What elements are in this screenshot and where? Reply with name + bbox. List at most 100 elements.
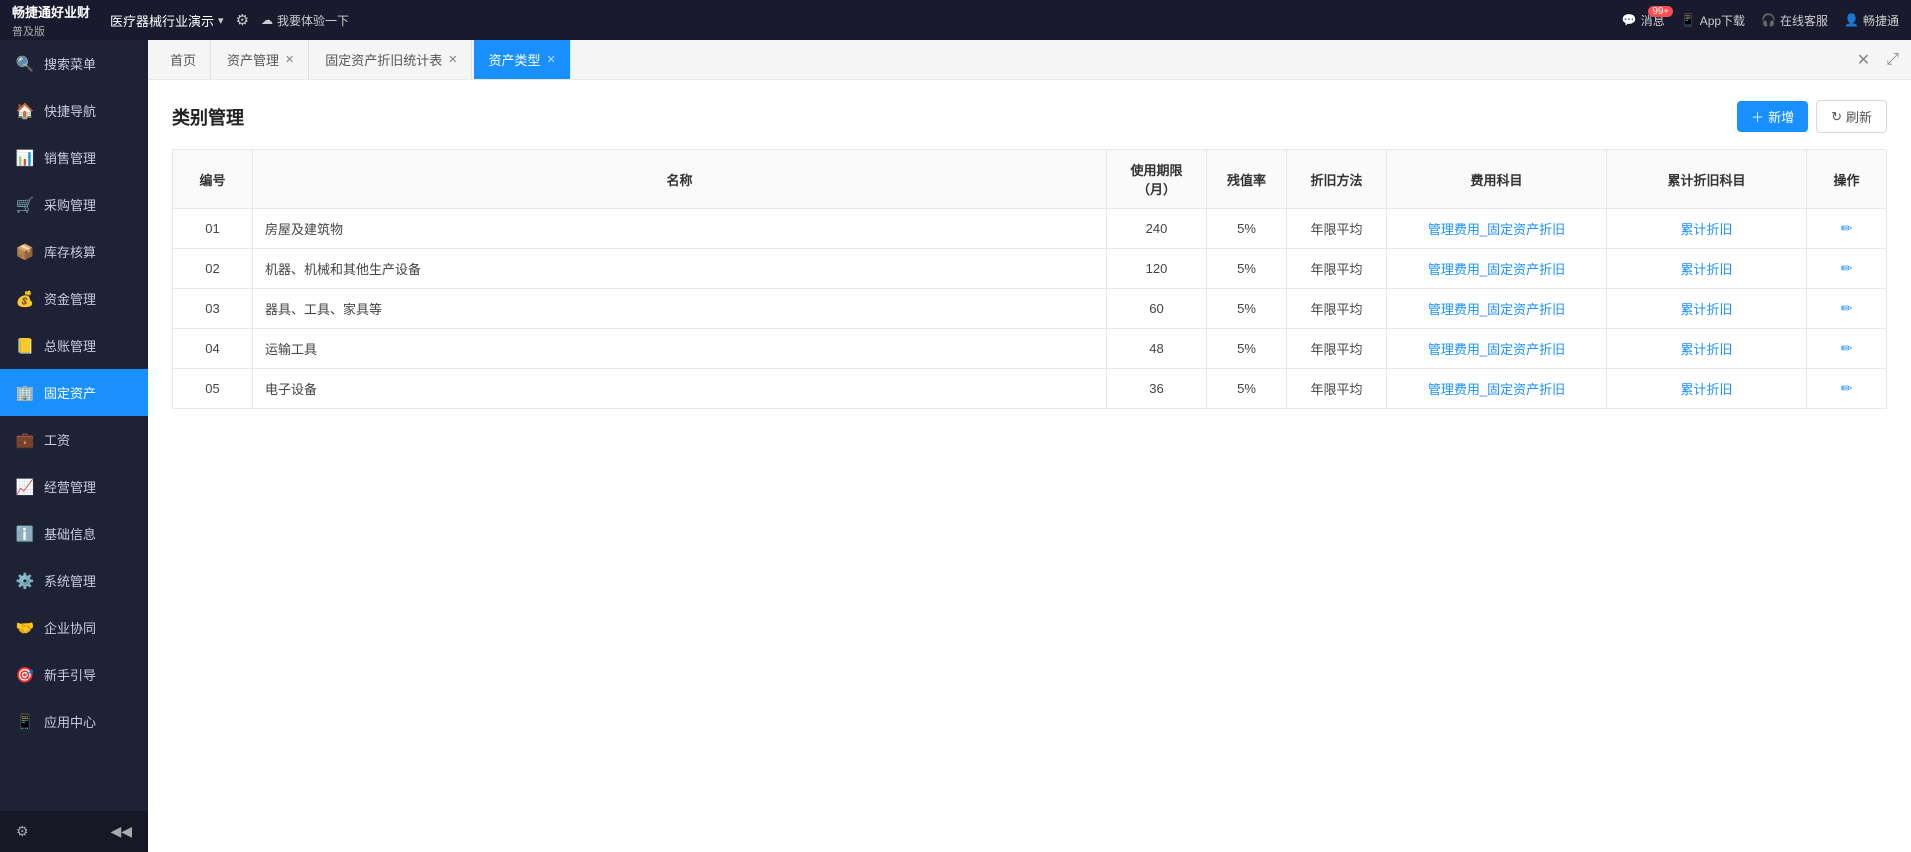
cell-no-1: 02	[173, 249, 253, 289]
sidebar-item-basic-info[interactable]: ℹ️ 基础信息	[0, 510, 148, 557]
tab-asset-mgmt[interactable]: 资产管理 ✕	[213, 40, 309, 79]
sidebar-label-operations: 经营管理	[44, 477, 96, 496]
trending-icon: 📈	[16, 478, 34, 496]
tab-asset-mgmt-close[interactable]: ✕	[285, 53, 294, 66]
refresh-icon: ↻	[1831, 109, 1842, 125]
book-icon: 📒	[16, 337, 34, 355]
new-button[interactable]: ＋ 新增	[1737, 101, 1808, 132]
cell-no-3: 04	[173, 329, 253, 369]
cell-period-4: 36	[1107, 369, 1207, 409]
app-download-action[interactable]: 📱 App下载	[1681, 12, 1745, 29]
edit-icon-1[interactable]: ✏	[1841, 260, 1853, 276]
app-version: 普及版	[12, 23, 90, 39]
sidebar-item-operations[interactable]: 📈 经营管理	[0, 463, 148, 510]
tab-depreciation-label: 固定资产折旧统计表	[325, 50, 442, 69]
tab-expand-button[interactable]: ⤢	[1882, 47, 1903, 73]
cell-expense-0: 管理费用_固定资产折旧	[1387, 209, 1607, 249]
cell-expense-3: 管理费用_固定资产折旧	[1387, 329, 1607, 369]
user-action[interactable]: 👤 畅捷通	[1844, 12, 1899, 29]
page-header: 类别管理 ＋ 新增 ↻ 刷新	[172, 100, 1887, 133]
cell-name-4: 电子设备	[253, 369, 1107, 409]
tab-asset-type-close[interactable]: ✕	[547, 53, 556, 66]
new-button-label: 新增	[1768, 107, 1794, 126]
box-icon: 📦	[16, 243, 34, 261]
cell-accum-0: 累计折旧	[1607, 209, 1807, 249]
cell-name-0: 房屋及建筑物	[253, 209, 1107, 249]
briefcase-icon: 💼	[16, 431, 34, 449]
company-selector[interactable]: 医疗器械行业演示 ▾	[110, 11, 224, 30]
tab-asset-type[interactable]: 资产类型 ✕	[474, 40, 570, 79]
money-icon: 💰	[16, 290, 34, 308]
sidebar-item-app-center[interactable]: 📱 应用中心	[0, 698, 148, 745]
sidebar-label-system: 系统管理	[44, 571, 96, 590]
col-header-name: 名称	[253, 150, 1107, 209]
tab-home[interactable]: 首页	[156, 40, 211, 79]
edit-icon-4[interactable]: ✏	[1841, 380, 1853, 396]
content-area: 首页 资产管理 ✕ 固定资产折旧统计表 ✕ 资产类型 ✕ ✕ ⤢	[148, 40, 1911, 852]
sidebar-item-fixed-assets[interactable]: 🏢 固定资产	[0, 369, 148, 416]
message-icon: 💬	[1622, 13, 1637, 27]
sidebar-item-enterprise[interactable]: 🤝 企业协同	[0, 604, 148, 651]
header-center: 医疗器械行业演示 ▾ ⚙ ☁ 我要体验一下	[90, 7, 1622, 33]
cell-op-4[interactable]: ✏	[1807, 369, 1887, 409]
tab-depreciation-table[interactable]: 固定资产折旧统计表 ✕	[311, 40, 472, 79]
sidebar-label-enterprise: 企业协同	[44, 618, 96, 637]
sidebar-item-sales[interactable]: 📊 销售管理	[0, 134, 148, 181]
message-badge: 99	[1648, 6, 1672, 17]
cell-period-3: 48	[1107, 329, 1207, 369]
experience-button[interactable]: ☁ 我要体验一下	[261, 12, 349, 29]
search-icon: 🔍	[16, 55, 34, 73]
refresh-label: 刷新	[1846, 107, 1872, 126]
sidebar: 🔍 搜索菜单 🏠 快捷导航 📊 销售管理 🛒 采购管理 📦 库存核算 💰 资金管…	[0, 40, 148, 852]
cell-expense-2: 管理费用_固定资产折旧	[1387, 289, 1607, 329]
edit-icon-2[interactable]: ✏	[1841, 300, 1853, 316]
sidebar-label-inventory: 库存核算	[44, 242, 96, 261]
sidebar-item-guide[interactable]: 🎯 新手引导	[0, 651, 148, 698]
collapse-button[interactable]: ◀◀	[110, 823, 132, 840]
col-header-method: 折旧方法	[1287, 150, 1387, 209]
cell-op-2[interactable]: ✏	[1807, 289, 1887, 329]
sidebar-item-payroll[interactable]: 💼 工资	[0, 416, 148, 463]
sidebar-label-guide: 新手引导	[44, 665, 96, 684]
app-logo-section: 畅捷通好业财 普及版	[12, 2, 90, 39]
table-row: 02 机器、机械和其他生产设备 120 5% 年限平均 管理费用_固定资产折旧 …	[173, 249, 1887, 289]
cell-period-0: 240	[1107, 209, 1207, 249]
cell-residual-2: 5%	[1207, 289, 1287, 329]
sidebar-label-app-center: 应用中心	[44, 712, 96, 731]
edit-icon-0[interactable]: ✏	[1841, 220, 1853, 236]
plus-icon: ＋	[1751, 107, 1764, 126]
sidebar-item-search[interactable]: 🔍 搜索菜单	[0, 40, 148, 87]
refresh-button[interactable]: ↻ 刷新	[1816, 100, 1887, 133]
col-header-no: 编号	[173, 150, 253, 209]
handshake-icon: 🤝	[16, 619, 34, 637]
user-label: 畅捷通	[1863, 12, 1899, 29]
message-action[interactable]: 💬 消息 99	[1622, 12, 1665, 29]
home-icon: 🏠	[16, 102, 34, 120]
cell-op-1[interactable]: ✏	[1807, 249, 1887, 289]
sidebar-item-quick-nav[interactable]: 🏠 快捷导航	[0, 87, 148, 134]
sidebar-item-purchase[interactable]: 🛒 采购管理	[0, 181, 148, 228]
cell-no-4: 05	[173, 369, 253, 409]
col-header-expense: 费用科目	[1387, 150, 1607, 209]
sidebar-label-ledger: 总账管理	[44, 336, 96, 355]
sidebar-item-ledger[interactable]: 📒 总账管理	[0, 322, 148, 369]
sidebar-label-payroll: 工资	[44, 430, 70, 449]
col-header-accum: 累计折旧科目	[1607, 150, 1807, 209]
table-row: 04 运输工具 48 5% 年限平均 管理费用_固定资产折旧 累计折旧 ✏	[173, 329, 1887, 369]
online-service-action[interactable]: 🎧 在线客服	[1761, 12, 1828, 29]
edit-icon-3[interactable]: ✏	[1841, 340, 1853, 356]
settings-button[interactable]: ⚙	[232, 7, 253, 33]
sidebar-item-capital[interactable]: 💰 资金管理	[0, 275, 148, 322]
page-actions: ＋ 新增 ↻ 刷新	[1737, 100, 1887, 133]
cell-op-3[interactable]: ✏	[1807, 329, 1887, 369]
sidebar-item-inventory[interactable]: 📦 库存核算	[0, 228, 148, 275]
tab-close-window-button[interactable]: ✕	[1853, 46, 1874, 74]
tab-depreciation-close[interactable]: ✕	[448, 53, 457, 66]
settings-footer-button[interactable]: ⚙	[16, 823, 29, 840]
sidebar-item-system[interactable]: ⚙️ 系统管理	[0, 557, 148, 604]
cell-residual-1: 5%	[1207, 249, 1287, 289]
cell-op-0[interactable]: ✏	[1807, 209, 1887, 249]
chart-icon: 📊	[16, 149, 34, 167]
cell-method-3: 年限平均	[1287, 329, 1387, 369]
table-row: 01 房屋及建筑物 240 5% 年限平均 管理费用_固定资产折旧 累计折旧 ✏	[173, 209, 1887, 249]
